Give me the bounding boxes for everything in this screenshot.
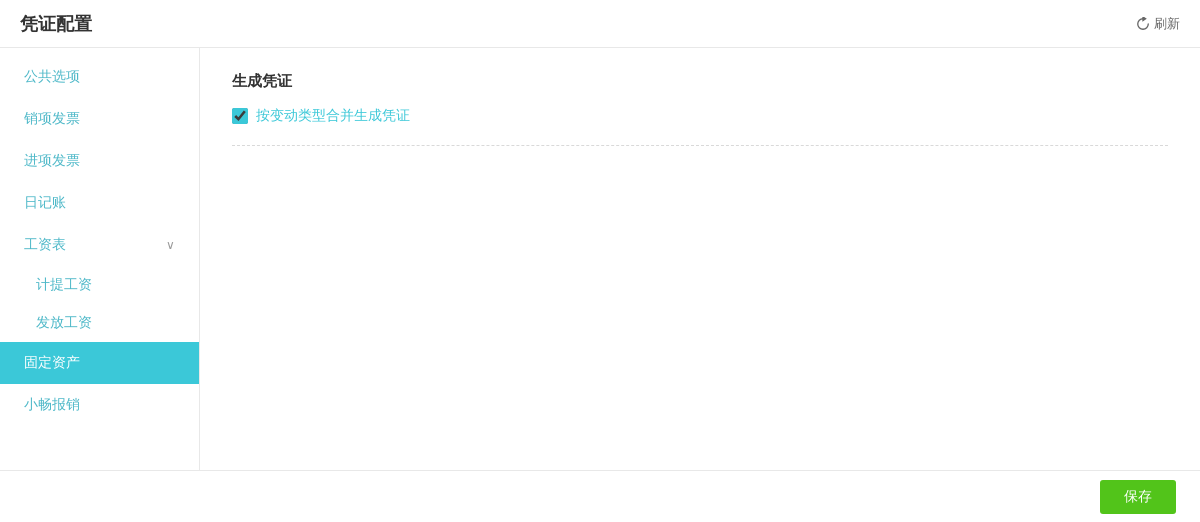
- main-layout: 公共选项 销项发票 进项发票 日记账 工资表 ∨ 计提工资 发放工资 固定资产 …: [0, 48, 1200, 470]
- sidebar-item-commission[interactable]: 计提工资: [0, 266, 199, 304]
- chevron-down-icon: ∨: [166, 238, 175, 252]
- sidebar-item-label: 工资表: [24, 236, 66, 254]
- section-divider: [232, 145, 1168, 146]
- merge-by-type-label[interactable]: 按变动类型合并生成凭证: [256, 107, 410, 125]
- sidebar-item-label: 小畅报销: [24, 396, 80, 414]
- sidebar-item-label: 日记账: [24, 194, 66, 212]
- sidebar: 公共选项 销项发票 进项发票 日记账 工资表 ∨ 计提工资 发放工资 固定资产 …: [0, 48, 200, 470]
- sidebar-item-public-options[interactable]: 公共选项: [0, 56, 199, 98]
- sidebar-item-journal[interactable]: 日记账: [0, 182, 199, 224]
- sidebar-item-label: 发放工资: [36, 314, 92, 330]
- sidebar-item-label: 进项发票: [24, 152, 80, 170]
- content-area: 生成凭证 按变动类型合并生成凭证: [200, 48, 1200, 470]
- checkbox-row: 按变动类型合并生成凭证: [232, 107, 1168, 125]
- footer: 保存: [0, 470, 1200, 522]
- page-title: 凭证配置: [20, 12, 92, 36]
- sidebar-item-expense-report[interactable]: 小畅报销: [0, 384, 199, 426]
- sidebar-item-purchase-invoice[interactable]: 进项发票: [0, 140, 199, 182]
- merge-by-type-checkbox[interactable]: [232, 108, 248, 124]
- refresh-icon: [1136, 17, 1150, 31]
- sidebar-item-label: 公共选项: [24, 68, 80, 86]
- svg-marker-0: [1143, 17, 1146, 21]
- sidebar-item-label: 计提工资: [36, 276, 92, 292]
- sidebar-item-label: 销项发票: [24, 110, 80, 128]
- sidebar-item-pay-salary[interactable]: 发放工资: [0, 304, 199, 342]
- section-title: 生成凭证: [232, 72, 1168, 91]
- sidebar-item-payroll-table[interactable]: 工资表 ∨: [0, 224, 199, 266]
- refresh-label: 刷新: [1154, 15, 1180, 33]
- sidebar-item-label: 固定资产: [24, 354, 80, 372]
- save-button[interactable]: 保存: [1100, 480, 1176, 514]
- sidebar-item-fixed-assets[interactable]: 固定资产: [0, 342, 199, 384]
- refresh-button[interactable]: 刷新: [1136, 15, 1180, 33]
- sidebar-item-sales-invoice[interactable]: 销项发票: [0, 98, 199, 140]
- header: 凭证配置 刷新: [0, 0, 1200, 48]
